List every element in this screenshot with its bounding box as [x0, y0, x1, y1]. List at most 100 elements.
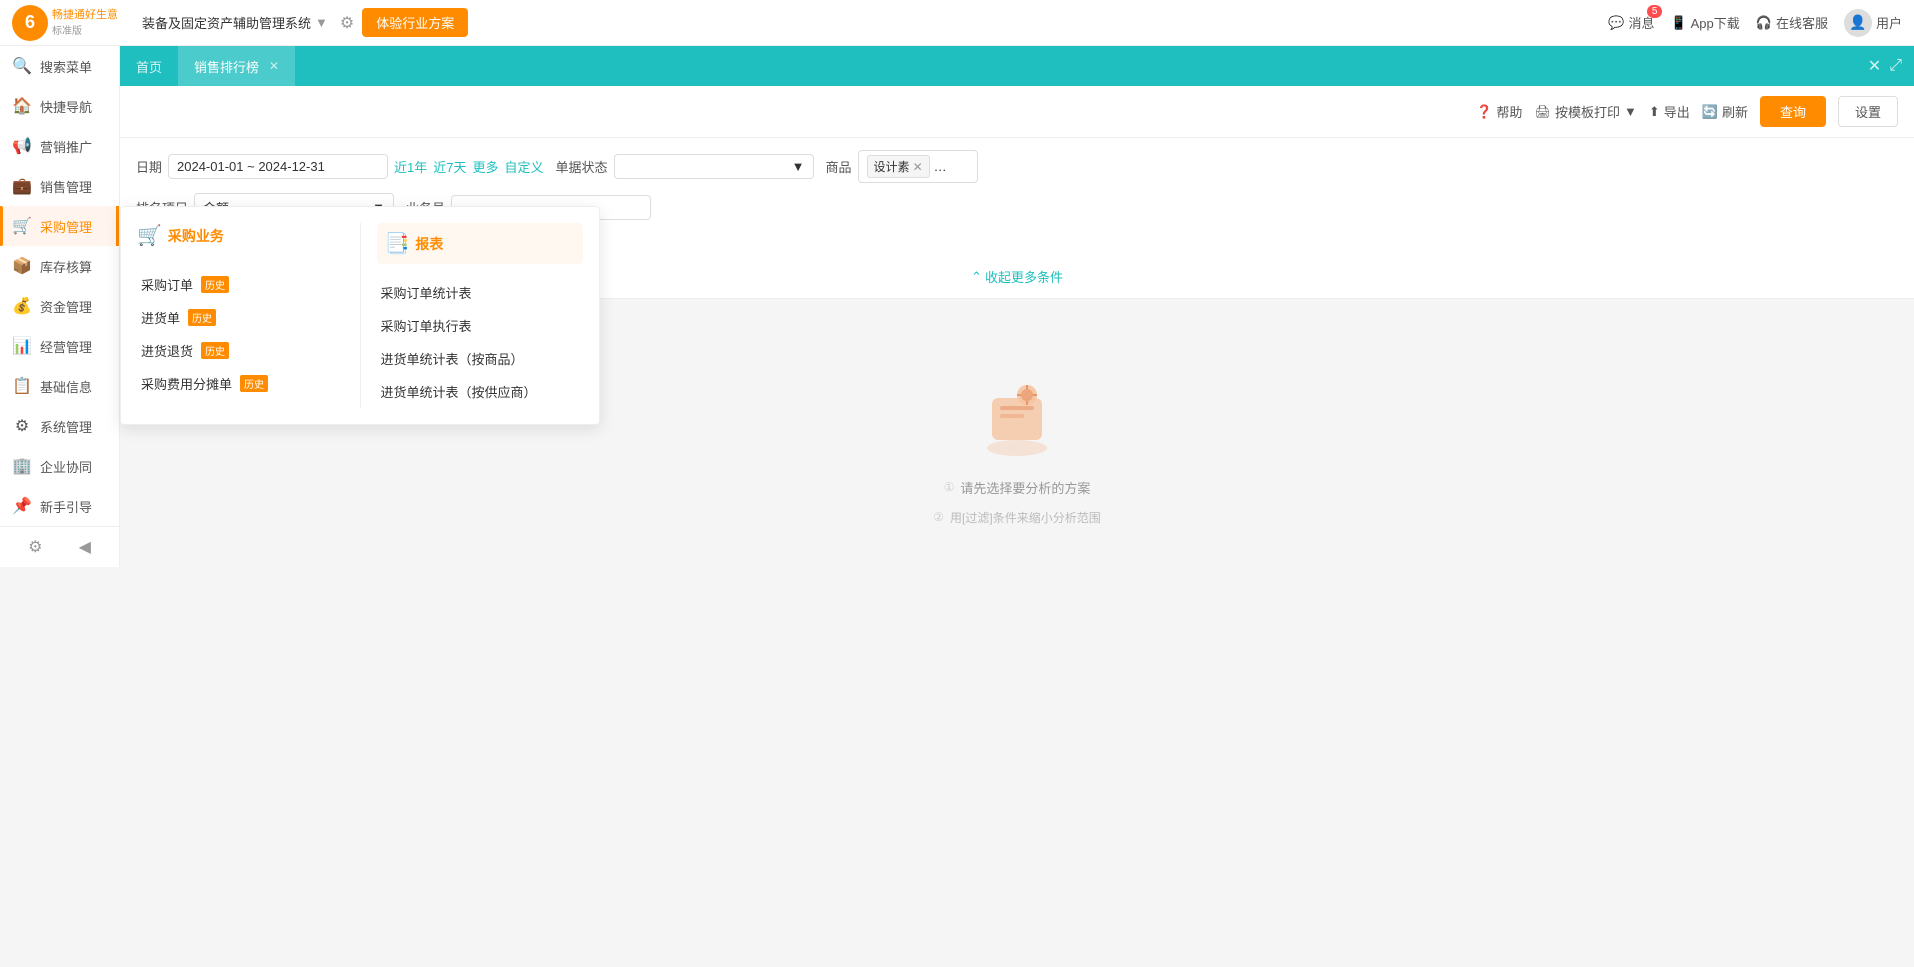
- enterprise-icon: 🏢: [12, 456, 32, 476]
- date-near7days[interactable]: 近7天: [433, 157, 466, 176]
- system-icon: ⚙: [12, 416, 32, 436]
- sidebar-item-sales[interactable]: 💼 销售管理: [0, 166, 119, 206]
- goods-tag-close[interactable]: ✕: [913, 160, 923, 174]
- dropdown-col-purchase: 🛒 采购业务 采购订单 历史 进货单 历史 进货退货: [137, 223, 344, 408]
- export-icon: ⬆: [1649, 104, 1660, 120]
- sidebar-item-basic[interactable]: 📋 基础信息: [0, 366, 119, 406]
- sidebar-collapse-btn[interactable]: ◀: [79, 537, 91, 557]
- report-col-icon: 📑: [385, 231, 410, 256]
- report-receive-supplier-label: 进货单统计表（按供应商）: [381, 382, 537, 401]
- sidebar-item-label-system: 系统管理: [40, 417, 92, 436]
- sidebar-item-marketing[interactable]: 📢 营销推广: [0, 126, 119, 166]
- report-receive-goods-label: 进货单统计表（按商品）: [381, 349, 524, 368]
- sidebar-item-inventory[interactable]: 📦 库存核算: [0, 246, 119, 286]
- capital-icon: 💰: [12, 296, 32, 316]
- filter-row-1: 日期 2024-01-01 ~ 2024-12-31 近1年 近7天 更多 自定…: [136, 150, 1898, 183]
- empty-illustration: [972, 373, 1062, 466]
- settings-button[interactable]: 设置: [1838, 96, 1898, 127]
- tab-bar-right: ✕ ⤢: [1868, 56, 1914, 76]
- purchase-expense-label: 采购费用分摊单: [141, 374, 232, 393]
- goods-input[interactable]: 设计素 ✕ …: [858, 150, 978, 183]
- sidebar-item-label-enterprise: 企业协同: [40, 457, 92, 476]
- dropdown-item-purchase-order[interactable]: 采购订单 历史: [137, 268, 344, 301]
- goods-more-dots[interactable]: …: [934, 159, 947, 174]
- date-label: 日期: [136, 157, 162, 176]
- status-select[interactable]: ▼: [614, 154, 814, 179]
- nav-settings-icon[interactable]: ⚙: [340, 13, 354, 33]
- home-icon: 🏠: [12, 96, 32, 116]
- dropdown-item-report-order-exec[interactable]: 采购订单执行表: [377, 309, 584, 342]
- dropdown-item-report-receive-supplier[interactable]: 进货单统计表（按供应商）: [377, 375, 584, 408]
- logo-text: 畅捷通好生意: [52, 8, 118, 22]
- message-badge: 5: [1647, 5, 1663, 18]
- sidebar-item-label-quicknav: 快捷导航: [40, 97, 92, 116]
- sidebar-item-quicknav[interactable]: 🏠 快捷导航: [0, 86, 119, 126]
- user-action[interactable]: 👤 用户: [1844, 9, 1902, 37]
- app-download-action[interactable]: 📱 App下载: [1670, 13, 1739, 32]
- filter-date-item: 日期 2024-01-01 ~ 2024-12-31 近1年 近7天 更多 自定…: [136, 154, 544, 179]
- operations-icon: 📊: [12, 336, 32, 356]
- tab-bar-expand-icon[interactable]: ⤢: [1889, 57, 1902, 75]
- sidebar-item-system[interactable]: ⚙ 系统管理: [0, 406, 119, 446]
- dropdown-left-title: 采购业务: [168, 226, 224, 246]
- help-label: 帮助: [1496, 102, 1522, 121]
- tab-salesrank[interactable]: 销售排行榜 ✕: [178, 46, 295, 86]
- search-icon: 🔍: [12, 56, 32, 76]
- sidebar-item-newbie[interactable]: 📌 新手引导: [0, 486, 119, 526]
- sidebar-bottom: ⚙ ◀: [0, 526, 119, 567]
- logo-icon: 6: [12, 5, 48, 41]
- user-label: 用户: [1876, 13, 1902, 32]
- export-action[interactable]: ⬆ 导出: [1649, 102, 1690, 121]
- nav-dropdown-icon[interactable]: ▼: [315, 15, 328, 30]
- dropdown-item-report-receive-goods[interactable]: 进货单统计表（按商品）: [377, 342, 584, 375]
- date-more[interactable]: 更多: [472, 157, 498, 176]
- date-near1year[interactable]: 近1年: [394, 157, 427, 176]
- sidebar-item-label-search: 搜索菜单: [40, 57, 92, 76]
- dropdown-col-report: 📑 报表 采购订单统计表 采购订单执行表 进货单统计表（按商品）: [377, 223, 584, 408]
- dropdown-left-header: 🛒 采购业务: [137, 223, 344, 256]
- sidebar-item-label-inventory: 库存核算: [40, 257, 92, 276]
- purchase-col-icon: 🛒: [137, 223, 162, 248]
- tab-close-icon[interactable]: ✕: [269, 59, 279, 73]
- query-button[interactable]: 查询: [1760, 96, 1826, 127]
- sidebar-item-purchase[interactable]: 🛒 采购管理: [0, 206, 119, 246]
- message-action[interactable]: 💬 消息 5: [1608, 13, 1654, 32]
- refresh-action[interactable]: 🔄 刷新: [1702, 102, 1748, 121]
- online-service-action[interactable]: 🎧 在线客服: [1756, 13, 1828, 32]
- purchase-order-label: 采购订单: [141, 275, 193, 294]
- date-custom[interactable]: 自定义: [505, 157, 544, 176]
- history-tag-3: 历史: [201, 342, 229, 359]
- online-service-label: 在线客服: [1776, 13, 1828, 32]
- sidebar-settings-btn[interactable]: ⚙: [28, 537, 42, 557]
- tab-home[interactable]: 首页: [120, 46, 178, 86]
- sidebar-item-label-sales: 销售管理: [40, 177, 92, 196]
- help-action[interactable]: ❓ 帮助: [1476, 102, 1522, 121]
- refresh-label: 刷新: [1722, 102, 1748, 121]
- top-nav-area: 装备及固定资产辅助管理系统 ▼ ⚙ 体验行业方案: [132, 8, 1608, 37]
- date-input[interactable]: 2024-01-01 ~ 2024-12-31: [168, 154, 388, 179]
- dropdown-item-purchase-expense[interactable]: 采购费用分摊单 历史: [137, 367, 344, 400]
- purchase-return-label: 进货退货: [141, 341, 193, 360]
- sidebar-item-label-marketing: 营销推广: [40, 137, 92, 156]
- logo-area: 6 畅捷通好生意 标准版: [12, 5, 132, 41]
- sidebar-item-search[interactable]: 🔍 搜索菜单: [0, 46, 119, 86]
- sales-icon: 💼: [12, 176, 32, 196]
- history-tag-2: 历史: [188, 309, 216, 326]
- sidebar-item-capital[interactable]: 💰 资金管理: [0, 286, 119, 326]
- sidebar-item-enterprise[interactable]: 🏢 企业协同: [0, 446, 119, 486]
- dropdown-item-purchase-return[interactable]: 进货退货 历史: [137, 334, 344, 367]
- purchase-dropdown-menu: 🛒 采购业务 采购订单 历史 进货单 历史 进货退货: [120, 206, 600, 425]
- dropdown-item-purchase-receive[interactable]: 进货单 历史: [137, 301, 344, 334]
- sidebar-item-label-operations: 经营管理: [40, 337, 92, 356]
- print-template-action[interactable]: 🖨 按模板打印 ▼: [1534, 102, 1636, 121]
- solution-button[interactable]: 体验行业方案: [362, 8, 468, 37]
- collapse-label: 收起更多条件: [985, 267, 1063, 286]
- sidebar-item-operations[interactable]: 📊 经营管理: [0, 326, 119, 366]
- filter-goods-item: 商品 设计素 ✕ …: [826, 150, 978, 183]
- sidebar-wrapper: 🔍 搜索菜单 🏠 快捷导航 📢 营销推广 💼 销售管理 🛒 采购管: [0, 46, 120, 967]
- purchase-icon: 🛒: [12, 216, 32, 236]
- collapse-button[interactable]: ⌃ 收起更多条件: [971, 267, 1063, 286]
- dropdown-item-report-order-stat[interactable]: 采购订单统计表: [377, 276, 584, 309]
- tab-bar-close-icon[interactable]: ✕: [1868, 56, 1881, 76]
- nav-title: 装备及固定资产辅助管理系统: [142, 13, 311, 32]
